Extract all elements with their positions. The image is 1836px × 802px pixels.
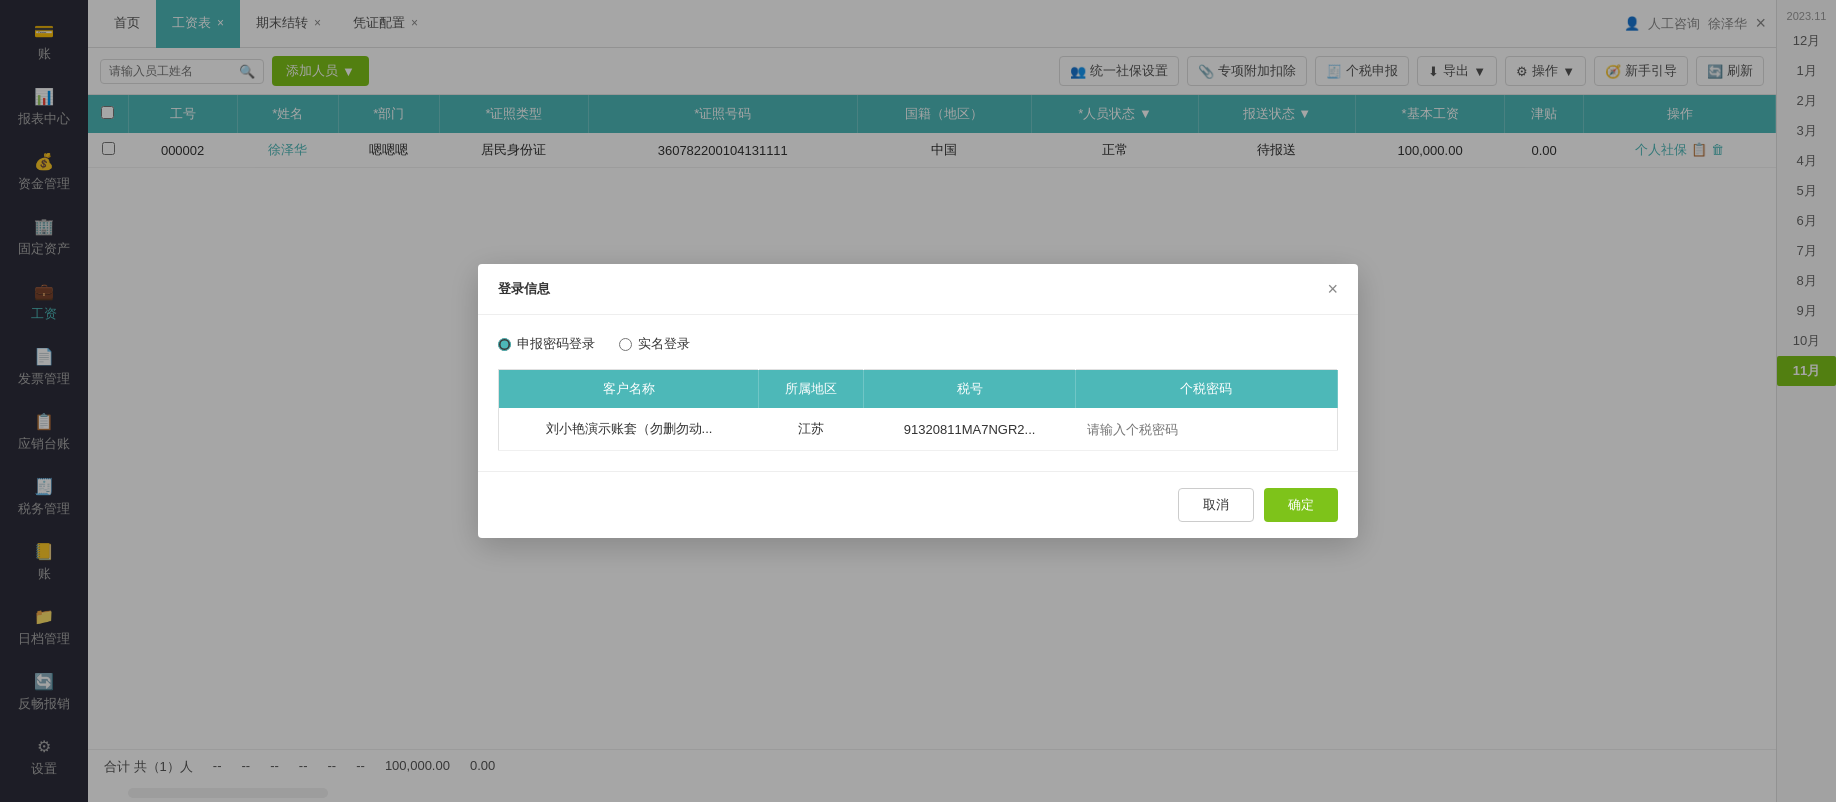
radio-password-input[interactable]	[498, 338, 511, 351]
confirm-button[interactable]: 确定	[1264, 488, 1338, 522]
login-type-radio-group: 申报密码登录 实名登录	[498, 335, 1338, 353]
radio-password-label: 申报密码登录	[517, 335, 595, 353]
radio-password-login[interactable]: 申报密码登录	[498, 335, 595, 353]
tax-password-input[interactable]	[1087, 422, 1325, 437]
modal-col-region: 所属地区	[759, 370, 864, 409]
modal-overlay: 登录信息 × 申报密码登录 实名登录 客户名称 所属地区	[0, 0, 1836, 802]
modal-col-password: 个税密码	[1075, 370, 1337, 409]
modal-cell-taxno: 91320811MA7NGR2...	[864, 408, 1076, 451]
radio-realname-login[interactable]: 实名登录	[619, 335, 690, 353]
modal-col-taxno: 税号	[864, 370, 1076, 409]
modal-table-row: 刘小艳演示账套（勿删勿动... 江苏 91320811MA7NGR2...	[499, 408, 1338, 451]
modal-body: 申报密码登录 实名登录 客户名称 所属地区 税号 个税密码	[478, 315, 1358, 471]
login-info-modal: 登录信息 × 申报密码登录 实名登录 客户名称 所属地区	[478, 264, 1358, 538]
modal-cell-region: 江苏	[759, 408, 864, 451]
modal-title: 登录信息	[498, 280, 550, 298]
modal-cell-password[interactable]	[1075, 408, 1337, 451]
modal-header: 登录信息 ×	[478, 264, 1358, 315]
radio-realname-input[interactable]	[619, 338, 632, 351]
modal-close-button[interactable]: ×	[1327, 280, 1338, 298]
modal-footer: 取消 确定	[478, 471, 1358, 538]
customer-table: 客户名称 所属地区 税号 个税密码 刘小艳演示账套（勿删勿动... 江苏 913…	[498, 369, 1338, 451]
radio-realname-label: 实名登录	[638, 335, 690, 353]
cancel-button[interactable]: 取消	[1178, 488, 1254, 522]
modal-cell-name: 刘小艳演示账套（勿删勿动...	[499, 408, 759, 451]
modal-col-name: 客户名称	[499, 370, 759, 409]
